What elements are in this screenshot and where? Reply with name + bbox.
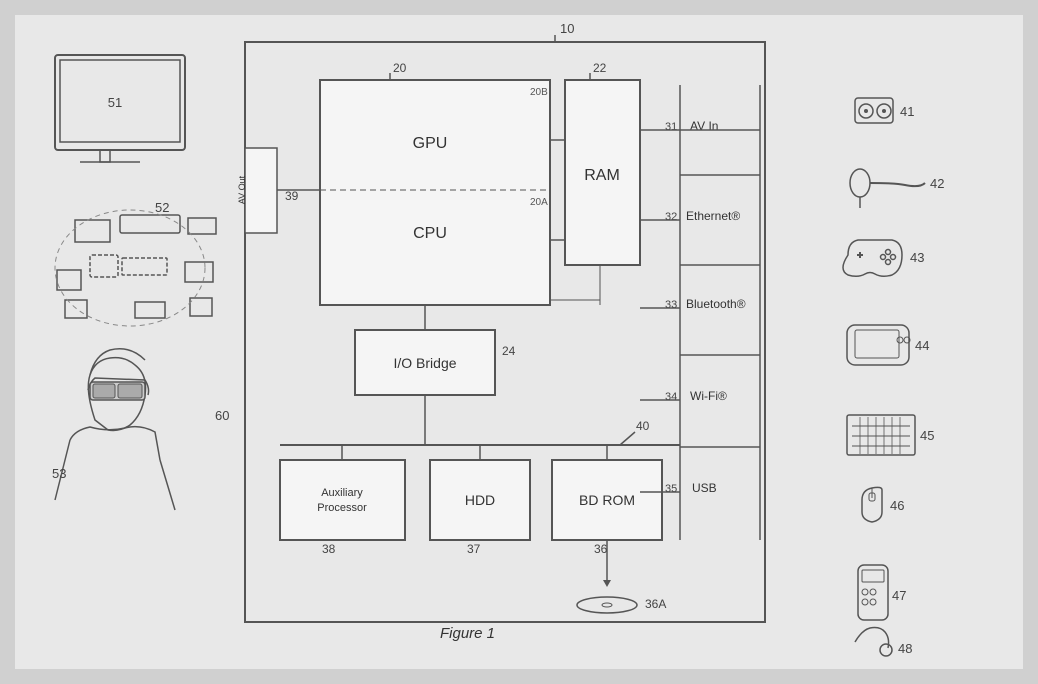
svg-text:38: 38 (322, 542, 336, 556)
svg-text:36: 36 (594, 542, 608, 556)
svg-text:20B: 20B (530, 87, 548, 98)
svg-text:BD ROM: BD ROM (579, 492, 635, 508)
svg-text:42: 42 (930, 176, 944, 191)
svg-text:33: 33 (665, 299, 677, 311)
svg-text:37: 37 (467, 542, 481, 556)
svg-text:60: 60 (215, 408, 229, 423)
svg-text:20A: 20A (530, 197, 548, 208)
diagram-svg: 51 52 53 60 (0, 0, 1038, 684)
svg-text:31: 31 (665, 121, 677, 133)
svg-text:52: 52 (155, 200, 169, 215)
svg-text:RAM: RAM (584, 167, 620, 184)
svg-text:48: 48 (898, 641, 912, 656)
svg-text:51: 51 (108, 95, 122, 110)
svg-text:I/O Bridge: I/O Bridge (393, 355, 456, 371)
svg-text:40: 40 (636, 419, 650, 433)
svg-text:22: 22 (593, 61, 607, 75)
svg-text:AV In: AV In (690, 119, 718, 133)
svg-text:20: 20 (393, 61, 407, 75)
svg-text:Processor: Processor (317, 502, 367, 514)
svg-text:AV Out: AV Out (237, 175, 247, 204)
svg-text:43: 43 (910, 250, 924, 265)
svg-text:GPU: GPU (413, 135, 448, 152)
svg-text:USB: USB (692, 481, 717, 495)
svg-text:CPU: CPU (413, 225, 447, 242)
svg-text:47: 47 (892, 588, 906, 603)
svg-text:34: 34 (665, 391, 677, 403)
svg-text:Figure 1: Figure 1 (440, 625, 495, 642)
svg-text:46: 46 (890, 498, 904, 513)
svg-text:32: 32 (665, 211, 677, 223)
svg-text:Wi-Fi®: Wi-Fi® (690, 389, 727, 403)
svg-text:35: 35 (665, 483, 677, 495)
svg-text:Ethernet®: Ethernet® (686, 209, 740, 223)
svg-text:Bluetooth®: Bluetooth® (686, 297, 746, 311)
svg-text:41: 41 (900, 104, 914, 119)
svg-text:24: 24 (502, 344, 516, 358)
svg-text:Auxiliary: Auxiliary (321, 487, 363, 499)
svg-text:45: 45 (920, 428, 934, 443)
main-container: 51 52 53 60 (0, 0, 1038, 684)
svg-text:39: 39 (285, 189, 299, 203)
svg-text:53: 53 (52, 466, 66, 481)
svg-text:10: 10 (560, 21, 574, 36)
svg-text:HDD: HDD (465, 492, 495, 508)
svg-text:44: 44 (915, 338, 929, 353)
svg-text:36A: 36A (645, 597, 666, 611)
